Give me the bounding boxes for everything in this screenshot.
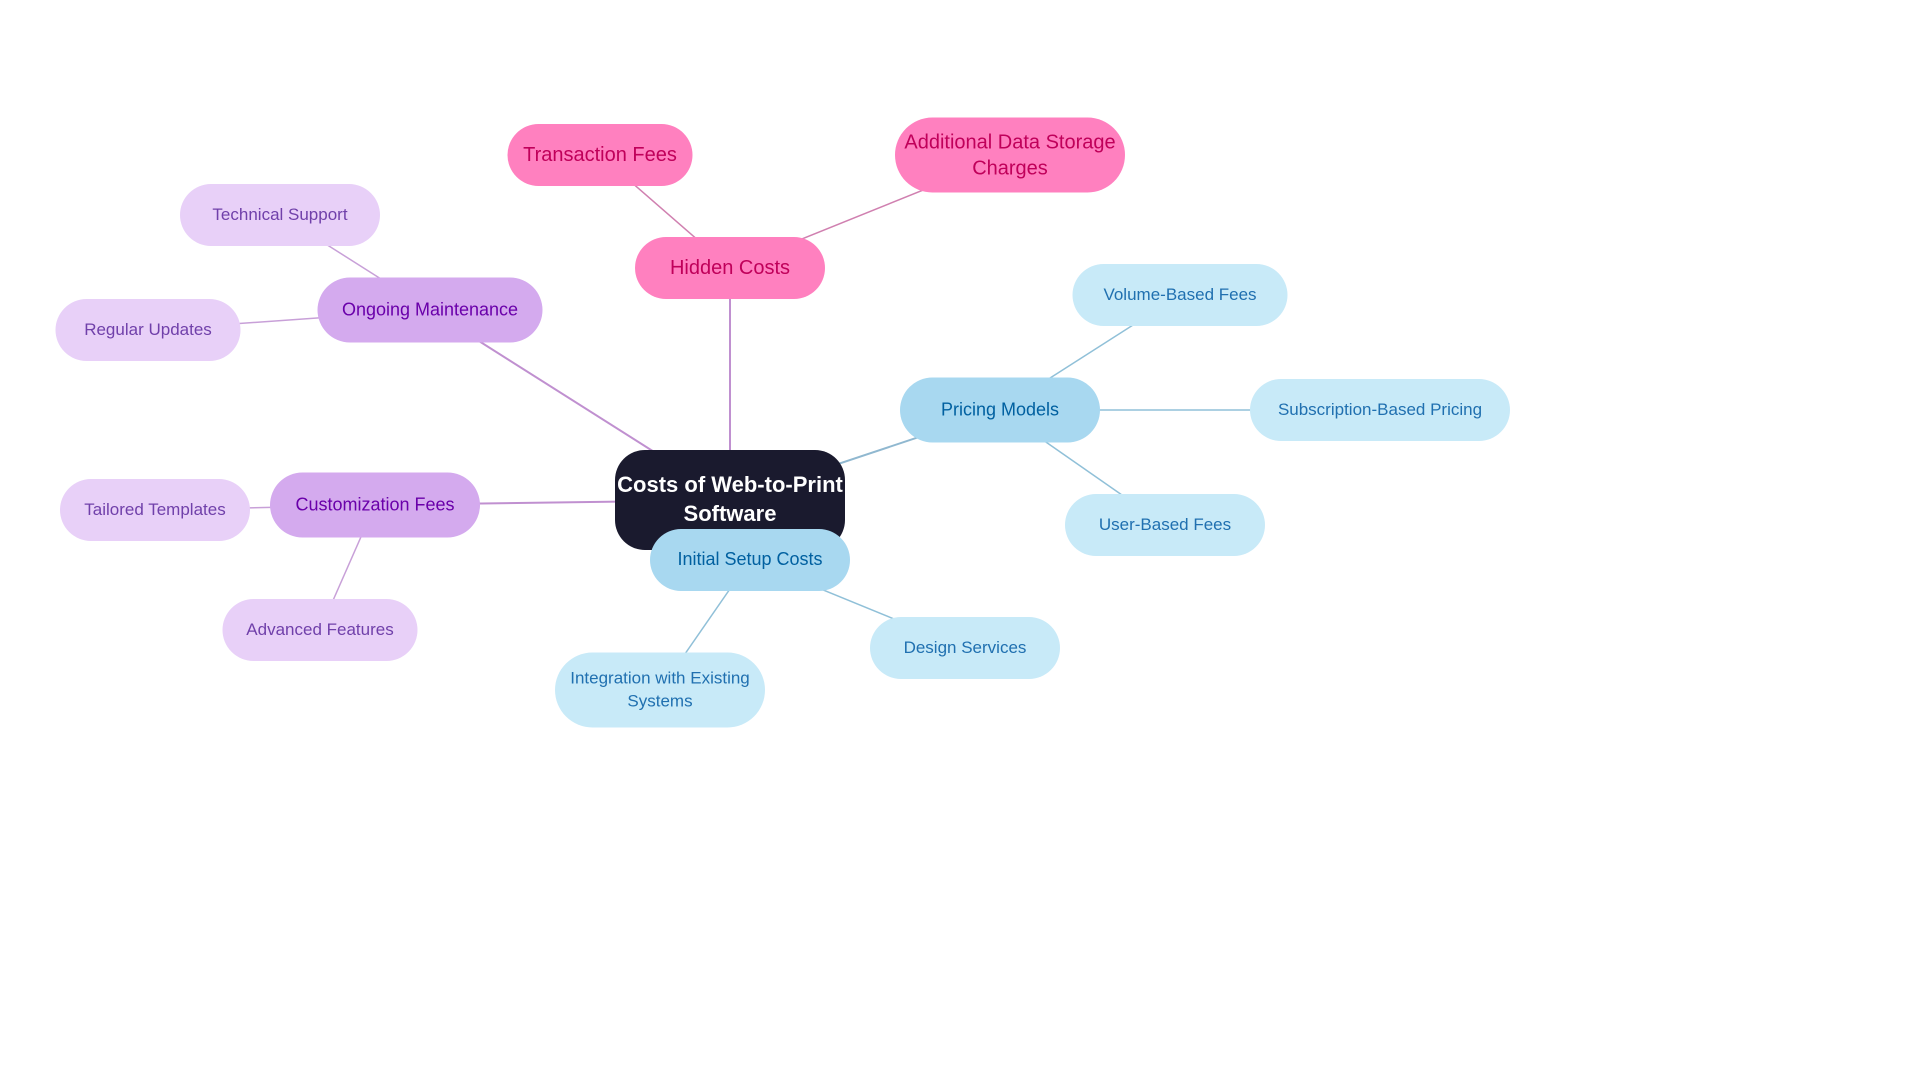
ongoing-maintenance-node: Ongoing Maintenance [318, 278, 543, 343]
integration-node: Integration with ExistingSystems [555, 653, 765, 728]
transaction-fees-node: Transaction Fees [508, 124, 693, 186]
additional-data-node: Additional Data StorageCharges [895, 118, 1125, 193]
pricing-models-node: Pricing Models [900, 378, 1100, 443]
user-based-node: User-Based Fees [1065, 494, 1265, 556]
design-services-node: Design Services [870, 617, 1060, 679]
mindmap-canvas: Costs of Web-to-PrintSoftware Hidden Cos… [0, 0, 1920, 1083]
subscription-node: Subscription-Based Pricing [1250, 379, 1510, 441]
hidden-costs-node: Hidden Costs [635, 237, 825, 299]
regular-updates-node: Regular Updates [56, 299, 241, 361]
customization-fees-node: Customization Fees [270, 473, 480, 538]
volume-based-node: Volume-Based Fees [1073, 264, 1288, 326]
tailored-templates-node: Tailored Templates [60, 479, 250, 541]
advanced-features-node: Advanced Features [223, 599, 418, 661]
initial-setup-node: Initial Setup Costs [650, 529, 850, 591]
technical-support-node: Technical Support [180, 184, 380, 246]
